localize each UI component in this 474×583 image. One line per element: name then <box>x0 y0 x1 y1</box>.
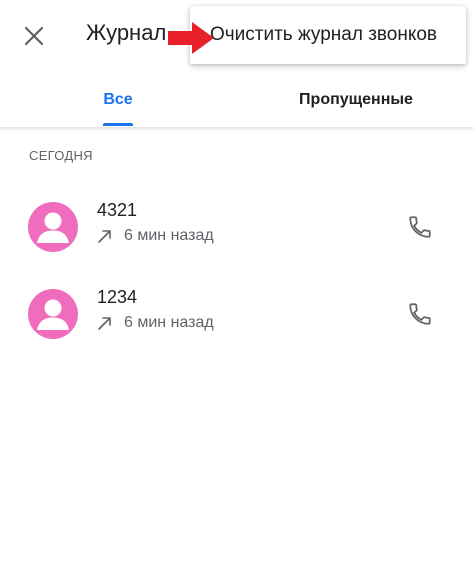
person-icon <box>37 299 69 330</box>
page-title: Журнал <box>86 20 167 45</box>
avatar <box>28 202 78 252</box>
close-icon <box>24 26 44 46</box>
call-number: 1234 <box>97 287 138 307</box>
call-number: 4321 <box>97 200 138 220</box>
call-back-button[interactable] <box>400 294 440 334</box>
tab-selected-indicator <box>103 123 133 126</box>
section-header-today: СЕГОДНЯ <box>29 148 93 163</box>
call-time: 6 мин назад <box>124 227 214 244</box>
close-button[interactable] <box>14 16 54 56</box>
overflow-menu: Очистить журнал звонков <box>190 6 466 64</box>
red-arrow-annotation <box>168 22 214 54</box>
person-icon <box>37 212 69 243</box>
clear-call-history-menu-item[interactable]: Очистить журнал звонков <box>190 6 466 64</box>
call-list-item[interactable]: 4321 6 мин назад <box>0 192 474 262</box>
call-list-item[interactable]: 1234 6 мин назад <box>0 279 474 349</box>
tab-all[interactable]: Все <box>60 72 176 127</box>
outgoing-call-icon <box>98 317 111 330</box>
phone-icon <box>409 303 431 325</box>
tab-bar: Все Пропущенные <box>0 72 474 127</box>
avatar <box>28 289 78 339</box>
call-back-button[interactable] <box>400 207 440 247</box>
call-time: 6 мин назад <box>124 314 214 331</box>
outgoing-call-icon <box>98 230 111 243</box>
call-details: 6 мин назад <box>97 314 214 332</box>
phone-icon <box>409 216 431 238</box>
call-details: 6 мин назад <box>97 227 214 245</box>
tab-missed[interactable]: Пропущенные <box>256 72 456 127</box>
